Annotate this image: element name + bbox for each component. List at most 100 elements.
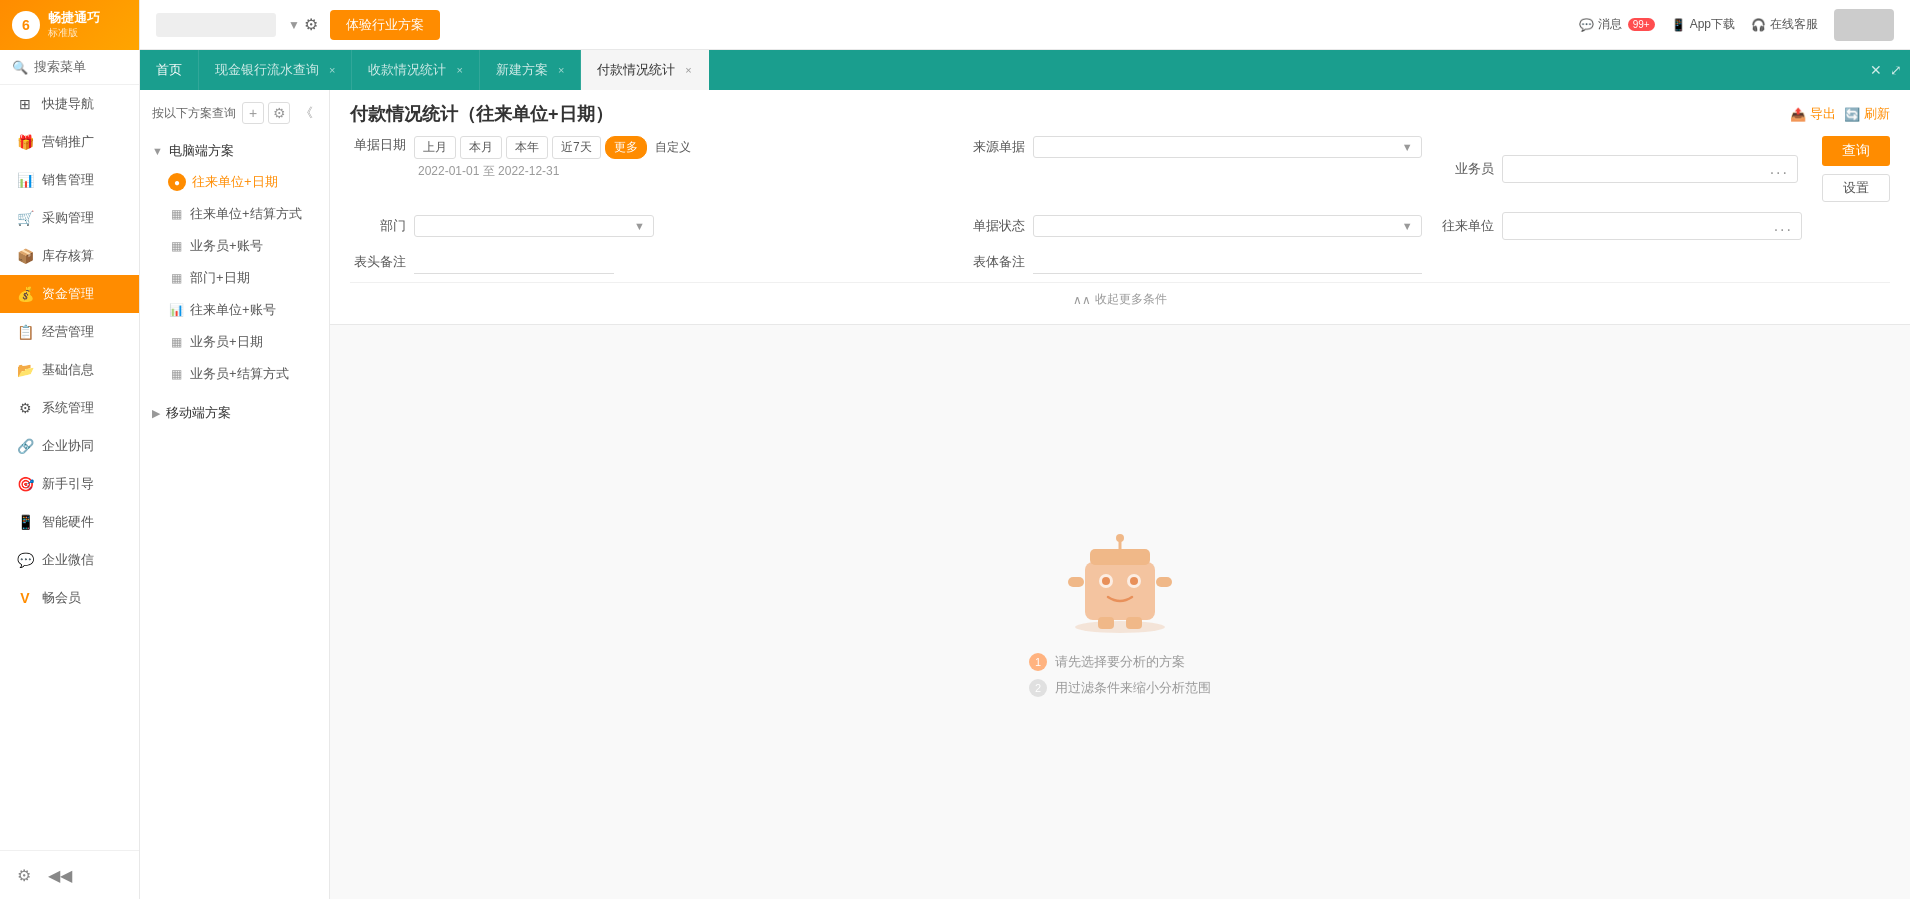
service-btn[interactable]: 🎧 在线客服 bbox=[1751, 16, 1818, 33]
tab-receipts[interactable]: 收款情况统计 × bbox=[352, 50, 479, 90]
tab-expand-icon[interactable]: ⤢ bbox=[1890, 62, 1902, 78]
tab-close-all-icon[interactable]: ✕ bbox=[1870, 62, 1882, 78]
tabbar-right-actions: ✕ ⤢ bbox=[1862, 50, 1910, 90]
desktop-category[interactable]: ▼ 电脑端方案 bbox=[140, 136, 329, 166]
scheme-item-salesman-settle[interactable]: ▦ 业务员+结算方式 bbox=[140, 358, 329, 390]
svg-point-0 bbox=[1075, 621, 1165, 633]
empty-tips: 1 请先选择要分析的方案 2 用过滤条件来缩小分析范围 bbox=[1029, 653, 1211, 697]
dropdown-arrow-icon[interactable]: ▼ bbox=[288, 18, 300, 32]
scheme-settings-btn[interactable]: ⚙ bbox=[268, 102, 290, 124]
scheme-item-salesman-date[interactable]: ▦ 业务员+日期 bbox=[140, 326, 329, 358]
sidebar-item-member[interactable]: V 畅会员 bbox=[0, 579, 139, 617]
tab-cash-flow[interactable]: 现金银行流水查询 × bbox=[199, 50, 352, 90]
scheme-item-salesman-account[interactable]: ▦ 业务员+账号 bbox=[140, 230, 329, 262]
scheme-item-dept-date[interactable]: ▦ 部门+日期 bbox=[140, 262, 329, 294]
salesman-dots-icon[interactable]: ... bbox=[1770, 160, 1789, 178]
tab-new-scheme[interactable]: 新建方案 × bbox=[480, 50, 581, 90]
tab-home[interactable]: 首页 bbox=[140, 50, 199, 90]
settings-button[interactable]: 设置 bbox=[1822, 174, 1890, 202]
tab-receipts-close[interactable]: × bbox=[456, 64, 462, 76]
guide-icon: 🎯 bbox=[16, 475, 34, 493]
tab-payments[interactable]: 付款情况统计 × bbox=[581, 50, 708, 90]
footer-collapse-btn[interactable]: ◀◀ bbox=[46, 861, 74, 889]
salesman-filter-group: 业务员 ... 查询 设置 bbox=[1438, 136, 1890, 202]
svg-rect-11 bbox=[1098, 617, 1114, 629]
sidebar-item-system[interactable]: ⚙ 系统管理 bbox=[0, 389, 139, 427]
svg-rect-1 bbox=[1085, 562, 1155, 620]
date-btn-custom[interactable]: 自定义 bbox=[651, 137, 695, 158]
sidebar-item-label: 销售管理 bbox=[42, 171, 94, 189]
tip-2-text: 用过滤条件来缩小分析范围 bbox=[1055, 679, 1211, 697]
quick-nav-icon: ⊞ bbox=[16, 95, 34, 113]
sidebar-item-base-info[interactable]: 📂 基础信息 bbox=[0, 351, 139, 389]
sidebar-item-hardware[interactable]: 📱 智能硬件 bbox=[0, 503, 139, 541]
refresh-button[interactable]: 🔄 刷新 bbox=[1844, 105, 1890, 123]
header-note-group: 表头备注 bbox=[350, 250, 953, 274]
app-download-btn[interactable]: 📱 App下载 bbox=[1671, 16, 1735, 33]
date-btn-this-year[interactable]: 本年 bbox=[506, 136, 548, 159]
doc-status-select[interactable]: ▼ bbox=[1033, 215, 1421, 237]
svg-rect-10 bbox=[1156, 577, 1172, 587]
scheme-item-partner-settle[interactable]: ▦ 往来单位+结算方式 bbox=[140, 198, 329, 230]
panel-collapse-btn[interactable]: 《 bbox=[300, 104, 313, 122]
scheme-item-partner-account[interactable]: 📊 往来单位+账号 bbox=[140, 294, 329, 326]
topbar-gear-icon[interactable]: ⚙ bbox=[304, 15, 318, 34]
tab-payments-close[interactable]: × bbox=[685, 64, 691, 76]
source-select[interactable]: ▼ bbox=[1033, 136, 1421, 158]
partner-dots-icon[interactable]: ... bbox=[1774, 217, 1793, 235]
sidebar-item-guide[interactable]: 🎯 新手引导 bbox=[0, 465, 139, 503]
dept-arrow-icon: ▼ bbox=[634, 220, 645, 232]
dept-select[interactable]: ▼ bbox=[414, 215, 654, 237]
sidebar-item-finance[interactable]: 💰 资金管理 bbox=[0, 275, 139, 313]
sidebar-item-label: 采购管理 bbox=[42, 209, 94, 227]
scheme-item-label: 业务员+日期 bbox=[190, 333, 263, 351]
user-avatar[interactable] bbox=[1834, 9, 1894, 41]
sidebar-item-wechat[interactable]: 💬 企业微信 bbox=[0, 541, 139, 579]
tab-home-label: 首页 bbox=[156, 61, 182, 79]
sidebar-item-sales[interactable]: 📊 销售管理 bbox=[0, 161, 139, 199]
date-btn-more[interactable]: 更多 bbox=[605, 136, 647, 159]
sidebar-item-label: 库存核算 bbox=[42, 247, 94, 265]
svg-rect-9 bbox=[1068, 577, 1084, 587]
date-btn-last-month[interactable]: 上月 bbox=[414, 136, 456, 159]
left-panel-header: 按以下方案查询 + ⚙ 《 bbox=[140, 90, 329, 132]
date-btn-7days[interactable]: 近7天 bbox=[552, 136, 601, 159]
filter-row-1: 单据日期 上月 本月 本年 近7天 更多 自定义 2022-01-01 至 20… bbox=[350, 136, 1890, 202]
sidebar-item-purchase[interactable]: 🛒 采购管理 bbox=[0, 199, 139, 237]
scheme-item-label: 往来单位+日期 bbox=[192, 173, 278, 191]
partner-select[interactable]: ... bbox=[1502, 212, 1802, 240]
main-area: ▼ ⚙ 体验行业方案 💬 消息 99+ 📱 App下载 🎧 在线客服 首页 bbox=[140, 0, 1910, 899]
partner-filter-group: 往来单位 ... bbox=[1438, 212, 1890, 240]
export-button[interactable]: 📤 导出 bbox=[1790, 105, 1836, 123]
tab-cash-flow-close[interactable]: × bbox=[329, 64, 335, 76]
search-menu[interactable]: 🔍 搜索菜单 bbox=[0, 50, 139, 85]
scheme-item-label: 往来单位+账号 bbox=[190, 301, 276, 319]
sidebar-item-marketing[interactable]: 🎁 营销推广 bbox=[0, 123, 139, 161]
scheme-item-partner-date[interactable]: ● 往来单位+日期 bbox=[140, 166, 329, 198]
sidebar-item-enterprise[interactable]: 🔗 企业协同 bbox=[0, 427, 139, 465]
dept-filter-group: 部门 ▼ bbox=[350, 215, 953, 237]
body-note-label: 表体备注 bbox=[969, 253, 1025, 271]
sidebar-item-operations[interactable]: 📋 经营管理 bbox=[0, 313, 139, 351]
query-button[interactable]: 查询 bbox=[1822, 136, 1890, 166]
date-btn-this-month[interactable]: 本月 bbox=[460, 136, 502, 159]
add-scheme-btn[interactable]: + bbox=[242, 102, 264, 124]
mobile-category[interactable]: ▶ 移动端方案 bbox=[140, 398, 329, 428]
right-panel: 付款情况统计（往来单位+日期） 📤 导出 🔄 刷新 bbox=[330, 90, 1910, 899]
trial-button[interactable]: 体验行业方案 bbox=[330, 10, 440, 40]
tab-new-scheme-close[interactable]: × bbox=[558, 64, 564, 76]
header-note-input[interactable] bbox=[414, 250, 614, 274]
sidebar-item-quick-nav[interactable]: ⊞ 快捷导航 bbox=[0, 85, 139, 123]
member-icon: V bbox=[16, 589, 34, 607]
body-note-input[interactable] bbox=[1033, 250, 1421, 274]
table-icon-3: ▦ bbox=[168, 270, 184, 286]
sidebar-item-inventory[interactable]: 📦 库存核算 bbox=[0, 237, 139, 275]
sidebar-item-label: 经营管理 bbox=[42, 323, 94, 341]
header-actions: 📤 导出 🔄 刷新 bbox=[1790, 105, 1890, 123]
salesman-select[interactable]: ... bbox=[1502, 155, 1798, 183]
footer-settings-btn[interactable]: ⚙ bbox=[10, 861, 38, 889]
collapse-more-btn[interactable]: ∧∧ 收起更多条件 bbox=[350, 282, 1890, 316]
logo-name: 畅捷通巧 bbox=[48, 10, 100, 26]
message-btn[interactable]: 💬 消息 99+ bbox=[1579, 16, 1655, 33]
body-note-group: 表体备注 bbox=[969, 250, 1421, 274]
